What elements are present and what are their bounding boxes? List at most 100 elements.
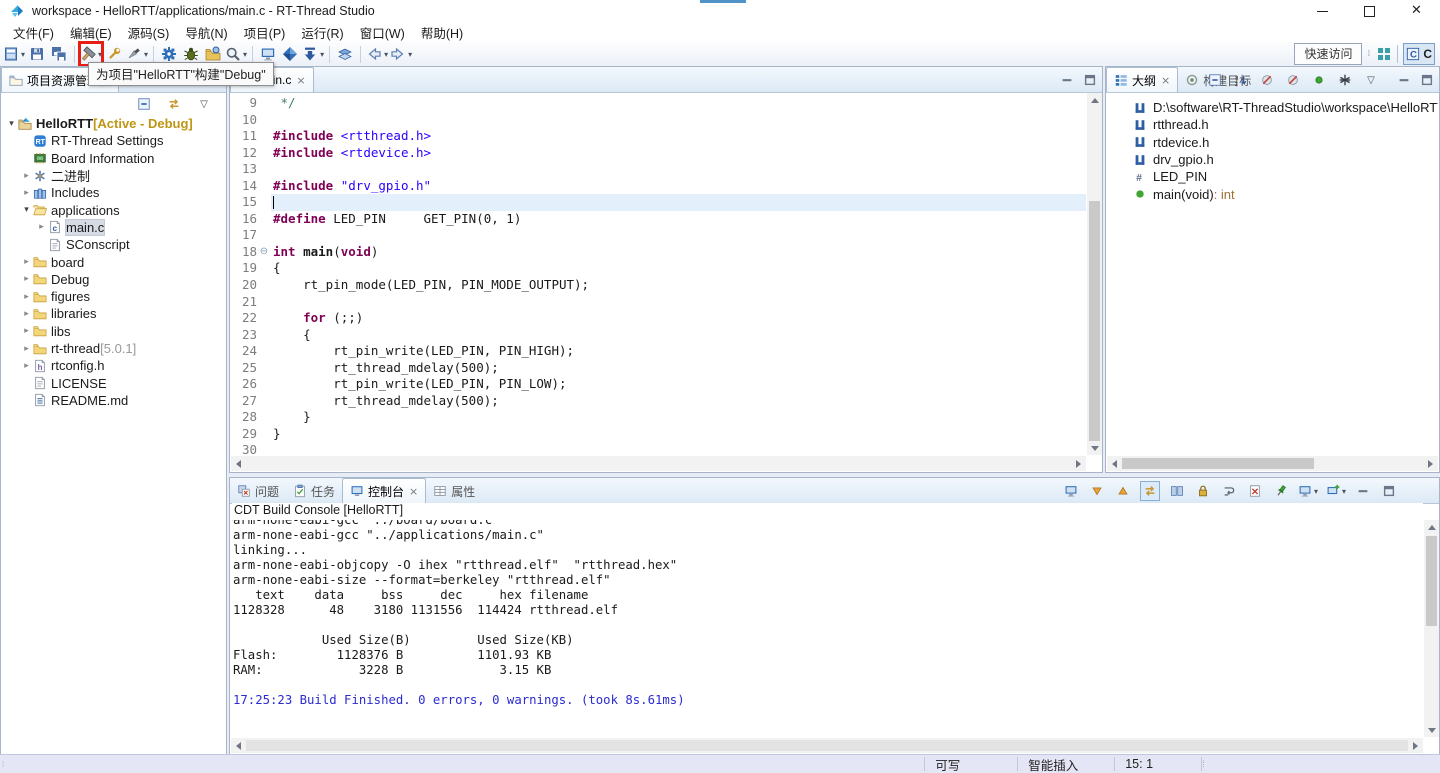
minimize-window-button[interactable] <box>1299 0 1346 22</box>
scroll-left-arrow[interactable] <box>231 738 246 753</box>
code-line[interactable]: 19 { <box>231 260 1086 277</box>
filter-icon[interactable] <box>1336 71 1354 89</box>
code-line[interactable]: 20 rt_pin_mode(LED_PIN, PIN_MODE_OUTPUT)… <box>231 277 1086 294</box>
minimize-icon[interactable] <box>1354 482 1372 500</box>
editor-vertical-scrollbar[interactable] <box>1087 93 1102 455</box>
code-line[interactable]: 15 <box>231 194 1086 211</box>
tree-item[interactable]: ▸ libs <box>1 323 226 340</box>
scroll-lock-icon[interactable] <box>1194 482 1212 500</box>
quick-access-button[interactable]: 快速访问 <box>1294 43 1363 65</box>
expand-arrow[interactable]: ▸ <box>20 257 33 267</box>
code-line[interactable]: 9 */ <box>231 95 1086 112</box>
menu-file[interactable]: 文件(F) <box>5 21 62 44</box>
code-line[interactable]: 13 <box>231 161 1086 178</box>
code-line[interactable]: 23 { <box>231 327 1086 344</box>
tree-item[interactable]: ▾ HelloRTT [Active - Debug] <box>1 115 226 132</box>
layers-button[interactable] <box>335 43 355 65</box>
outline-item[interactable]: rtdevice.h <box>1107 134 1438 151</box>
tree-item[interactable]: ▸ board <box>1 253 226 270</box>
maximize-icon[interactable] <box>1420 73 1434 87</box>
tree-item[interactable]: Board Information <box>1 150 226 167</box>
scroll-to-top-icon[interactable] <box>1114 482 1132 500</box>
view-menu-icon[interactable]: ▽ <box>195 95 213 113</box>
scroll-up-arrow[interactable] <box>1424 520 1439 534</box>
dropdown-caret[interactable]: ▾ <box>320 50 324 59</box>
close-icon[interactable]: × <box>296 74 305 87</box>
expand-arrow[interactable]: ▸ <box>20 188 33 198</box>
hide-fields-icon[interactable] <box>1258 71 1276 89</box>
expand-arrow[interactable]: ▾ <box>20 205 33 215</box>
console-horizontal-scrollbar[interactable] <box>231 738 1423 753</box>
expand-arrow[interactable]: ▸ <box>35 222 48 232</box>
scroll-up-arrow[interactable] <box>1087 93 1102 107</box>
code-line[interactable]: 17 <box>231 227 1086 244</box>
sdk-manager-button[interactable] <box>280 43 300 65</box>
tab-console[interactable]: 控制台 × <box>342 478 427 503</box>
code-line[interactable]: 27 rt_thread_mdelay(500); <box>231 393 1086 410</box>
hide-static-icon[interactable] <box>1284 71 1302 89</box>
tree-item[interactable]: ▸ rtconfig.h <box>1 357 226 374</box>
dropdown-caret[interactable]: ▾ <box>144 50 148 59</box>
scroll-right-arrow[interactable] <box>1423 456 1438 471</box>
expand-arrow[interactable]: ▸ <box>20 171 33 181</box>
back-button[interactable]: ▾ <box>366 43 388 65</box>
tree-item[interactable]: ▸ Includes <box>1 184 226 201</box>
code-line[interactable]: 29} <box>231 426 1086 443</box>
download-button[interactable]: ▾ <box>302 43 324 65</box>
show-on-output-icon[interactable] <box>1139 481 1160 501</box>
code-line[interactable]: 18 ⊖ int main(void) <box>231 244 1086 261</box>
close-icon[interactable]: × <box>409 485 418 498</box>
save-all-button[interactable] <box>49 43 69 65</box>
dropdown-caret[interactable]: ▾ <box>98 50 102 59</box>
dropdown-caret[interactable]: ▾ <box>408 50 412 59</box>
menu-source[interactable]: 源码(S) <box>120 21 178 44</box>
tab-tasks[interactable]: 任务 <box>286 479 342 503</box>
hide-non-public-icon[interactable] <box>1310 71 1328 89</box>
dropdown-caret[interactable]: ▾ <box>384 50 388 59</box>
sort-icon[interactable] <box>1232 71 1250 89</box>
save-button[interactable] <box>27 43 47 65</box>
expand-arrow[interactable]: ▸ <box>20 292 33 302</box>
code-line[interactable]: 21 <box>231 294 1086 311</box>
close-window-button[interactable]: ✕ <box>1393 0 1440 22</box>
display-console-icon[interactable]: ▾ <box>1298 482 1318 500</box>
tree-item[interactable]: SConscript <box>1 236 226 253</box>
maximize-icon[interactable] <box>1380 482 1398 500</box>
outline-item[interactable]: D:\software\RT-ThreadStudio\workspace\He… <box>1107 99 1438 116</box>
tree-item[interactable]: ▸ figures <box>1 288 226 305</box>
code-line[interactable]: 28 } <box>231 409 1086 426</box>
scrollbar-thumb[interactable] <box>1122 458 1314 469</box>
menu-navigate[interactable]: 导航(N) <box>177 21 235 44</box>
console-vertical-scrollbar[interactable] <box>1424 520 1439 737</box>
scroll-down-arrow[interactable] <box>1087 441 1102 455</box>
console-view-icon[interactable] <box>1062 482 1080 500</box>
tree-item[interactable]: ▸ 二进制 <box>1 167 226 184</box>
dropdown-caret[interactable]: ▾ <box>1314 487 1318 496</box>
tab-outline[interactable]: 大纲 × <box>1106 67 1179 92</box>
tree-item[interactable]: README.md <box>1 392 226 409</box>
expand-arrow[interactable]: ▾ <box>5 119 18 129</box>
fold-marker[interactable]: ⊖ <box>257 244 271 261</box>
tree-item[interactable]: RT-Thread Settings <box>1 132 226 149</box>
outline-item[interactable]: main(void) : int <box>1107 185 1438 202</box>
outline-item[interactable]: LED_PIN <box>1107 168 1438 185</box>
maximize-window-button[interactable] <box>1346 0 1393 22</box>
view-menu-icon[interactable]: ▽ <box>1362 71 1380 89</box>
scroll-left-arrow[interactable] <box>1107 456 1122 471</box>
editor-horizontal-scrollbar[interactable] <box>231 456 1086 471</box>
new-button[interactable]: ▾ <box>3 43 25 65</box>
word-wrap-icon[interactable] <box>1220 482 1238 500</box>
scrollbar-thumb[interactable] <box>1426 536 1437 626</box>
code-line[interactable]: 12 #include <rtdevice.h> <box>231 145 1086 162</box>
dropdown-caret[interactable]: ▾ <box>243 50 247 59</box>
tab-problems[interactable]: 问题 <box>230 479 286 503</box>
expand-arrow[interactable]: ▸ <box>20 326 33 336</box>
code-line[interactable]: 11 #include <rtthread.h> <box>231 128 1086 145</box>
tree-item[interactable]: ▸ libraries <box>1 305 226 322</box>
code-line[interactable]: 10 <box>231 112 1086 129</box>
open-console-icon[interactable]: ▾ <box>1326 482 1346 500</box>
scroll-right-arrow[interactable] <box>1071 456 1086 471</box>
menu-help[interactable]: 帮助(H) <box>413 21 471 44</box>
tree-item[interactable]: ▾ applications <box>1 201 226 218</box>
code-line[interactable]: 14 #include "drv_gpio.h" <box>231 178 1086 195</box>
